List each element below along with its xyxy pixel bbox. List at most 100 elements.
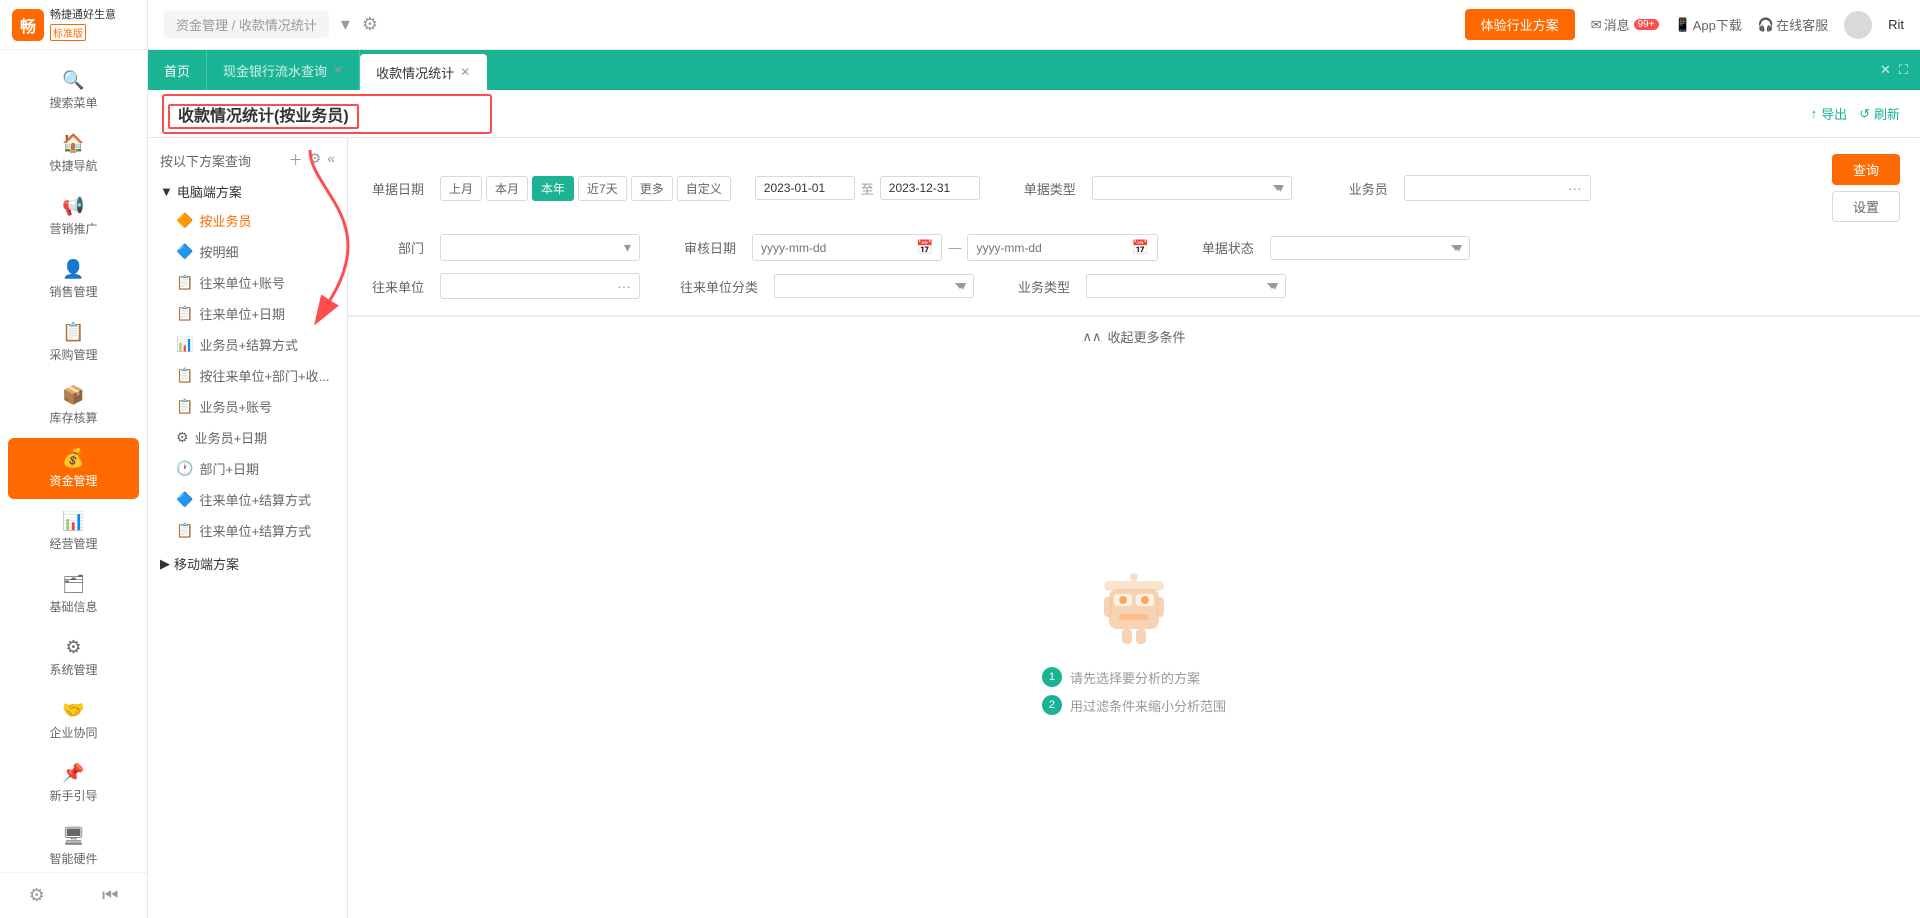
tab-bank-flow-close[interactable]: ✕: [333, 63, 343, 77]
sidebar-item-marketing[interactable]: 📢 营销推广: [8, 186, 139, 247]
user-name: Rit: [1888, 17, 1904, 32]
dept-input-wrap: ▾: [440, 234, 640, 261]
sidebar-item-hardware-label: 智能硬件: [49, 850, 97, 867]
scheme-item-dept-date[interactable]: 🕐 部门+日期: [148, 453, 347, 484]
scheme-item-unit-date[interactable]: 📋 往来单位+日期: [148, 298, 347, 329]
sidebar-item-operation[interactable]: 📊 经营管理: [8, 501, 139, 562]
set-button[interactable]: 设置: [1832, 191, 1900, 222]
query-button[interactable]: 查询: [1832, 154, 1900, 185]
tab-receipt-stats[interactable]: 收款情况统计 ✕: [360, 54, 487, 90]
scheme-item-by-staff[interactable]: 🔶 按业务员: [148, 205, 347, 236]
finance-icon: 💰: [62, 448, 84, 469]
hardware-icon: 🖥: [62, 826, 85, 847]
scheme-item-unit-account-label: 往来单位+账号: [199, 273, 285, 292]
unit-dept-icon: 📋: [176, 367, 193, 384]
sidebar-item-sales[interactable]: 👤 销售管理: [8, 249, 139, 310]
scheme-item-staff-settle[interactable]: 📊 业务员+结算方式: [148, 329, 347, 360]
collapse-sidebar-icon[interactable]: ⏮: [102, 885, 118, 906]
home-icon: 🏠: [62, 133, 84, 154]
business-type-select[interactable]: [1086, 274, 1286, 298]
system-icon: ⚙: [65, 637, 81, 658]
sidebar-item-basic[interactable]: 🗂 基础信息: [8, 564, 139, 625]
tab-receipt-stats-close[interactable]: ✕: [460, 65, 470, 79]
preset-custom[interactable]: 自定义: [677, 176, 731, 201]
staff-more-icon[interactable]: ···: [1568, 180, 1582, 196]
calendar-to-icon[interactable]: 📅: [1131, 239, 1148, 256]
dept-dropdown-icon[interactable]: ▾: [624, 239, 631, 256]
export-button[interactable]: ↑ 导出: [1811, 104, 1848, 123]
collapse-more-btn[interactable]: ∧∧ 收起更多条件: [348, 316, 1920, 356]
refresh-label: 刷新: [1874, 104, 1900, 123]
sidebar-item-purchase[interactable]: 📋 采购管理: [8, 312, 139, 373]
sidebar-item-guide[interactable]: 📌 新手引导: [8, 753, 139, 814]
trial-button[interactable]: 体验行业方案: [1465, 9, 1575, 40]
date-from-input[interactable]: [755, 176, 855, 200]
scheme-item-by-detail[interactable]: 🔷 按明细: [148, 236, 347, 267]
empty-tip-1: 1 请先选择要分析的方案: [1042, 667, 1226, 687]
scheme-item-staff-date[interactable]: ⚙ 业务员+日期: [148, 422, 347, 453]
preset-this-month[interactable]: 本月: [486, 176, 528, 201]
chevron-down-icon: ▼: [160, 184, 173, 199]
add-scheme-icon[interactable]: ＋: [289, 150, 303, 170]
sidebar-item-corp-label: 企业协同: [49, 724, 97, 741]
empty-tip-2: 2 用过滤条件来缩小分析范围: [1042, 695, 1226, 715]
scheme-group-desktop-title[interactable]: ▼ 电脑端方案: [148, 178, 347, 205]
counterpart-input[interactable]: [449, 279, 617, 293]
header-icon-group: ✉ 消息 99+ 📱 App下载 🎧 在线客服 Rit: [1591, 11, 1904, 39]
top-header: 资金管理 / 收款情况统计 ▾ ⚙ 体验行业方案 ✉ 消息 99+ 📱 App下…: [148, 0, 1920, 50]
online-service-area[interactable]: 🎧 在线客服: [1758, 15, 1828, 34]
breadcrumb-dropdown-icon[interactable]: ▾: [341, 14, 350, 35]
counterpart-category-select[interactable]: [774, 274, 974, 298]
staff-input[interactable]: [1413, 181, 1568, 195]
sidebar-item-quick-nav[interactable]: 🏠 快捷导航: [8, 123, 139, 184]
sidebar-item-search[interactable]: 🔍 搜索菜单: [8, 60, 139, 121]
tab-home[interactable]: 首页: [148, 50, 207, 90]
review-date-to-input[interactable]: [976, 241, 1131, 255]
dept-input[interactable]: [449, 241, 624, 255]
tab-expand-icon[interactable]: ⛶: [1899, 62, 1908, 78]
review-date-from-input[interactable]: [761, 241, 916, 255]
date-to-input[interactable]: [880, 176, 980, 200]
settings-icon[interactable]: ⚙: [362, 14, 378, 35]
message-area[interactable]: ✉ 消息 99+: [1591, 15, 1659, 34]
settings-bottom-icon[interactable]: ⚙: [29, 885, 45, 906]
download-icon: 📱: [1675, 17, 1691, 33]
preset-7days[interactable]: 近7天: [578, 176, 627, 201]
counterpart-more-icon[interactable]: ···: [617, 278, 631, 294]
sidebar-item-inventory[interactable]: 📦 库存核算: [8, 375, 139, 436]
preset-this-year[interactable]: 本年: [532, 176, 574, 201]
preset-last-month[interactable]: 上月: [440, 176, 482, 201]
app-download-area[interactable]: 📱 App下载: [1675, 15, 1742, 34]
sidebar-item-finance[interactable]: 💰 资金管理: [8, 438, 139, 499]
bill-type-select[interactable]: [1092, 176, 1292, 200]
sidebar-item-system-label: 系统管理: [49, 661, 97, 678]
sidebar-item-inventory-label: 库存核算: [49, 409, 97, 426]
review-date-label: 审核日期: [680, 238, 736, 257]
staff-scheme-icon: 🔶: [176, 212, 193, 229]
tab-bank-flow[interactable]: 现金银行流水查询 ✕: [207, 50, 360, 90]
scheme-item-unit-settle1[interactable]: 🔷 往来单位+结算方式: [148, 484, 347, 515]
bill-status-select[interactable]: [1270, 236, 1470, 260]
collapse-panel-icon[interactable]: «: [327, 150, 335, 170]
scheme-item-unit-dept-label: 按往来单位+部门+收...: [199, 366, 329, 385]
scheme-settings-icon[interactable]: ⚙: [309, 150, 322, 170]
scheme-item-unit-account[interactable]: 📋 往来单位+账号: [148, 267, 347, 298]
unit-account-icon: 📋: [176, 274, 193, 291]
sidebar-item-corp[interactable]: 🤝 企业协同: [8, 690, 139, 751]
sidebar-nav: 🔍 搜索菜单 🏠 快捷导航 📢 营销推广 👤 销售管理 📋 采购管理 📦 库存核…: [0, 50, 147, 872]
left-panel-title: 按以下方案查询: [160, 151, 251, 170]
preset-more[interactable]: 更多: [631, 176, 673, 201]
tab-close-all-icon[interactable]: ✕: [1880, 62, 1891, 78]
scheme-group-mobile-title[interactable]: ▶ 移动端方案: [148, 550, 347, 577]
scheme-item-unit-settle2[interactable]: 📋 往来单位+结算方式: [148, 515, 347, 546]
scheme-item-unit-dept[interactable]: 📋 按往来单位+部门+收...: [148, 360, 347, 391]
sidebar-item-system[interactable]: ⚙ 系统管理: [8, 627, 139, 688]
scheme-item-unit-settle2-label: 往来单位+结算方式: [199, 521, 311, 540]
sidebar-item-hardware[interactable]: 🖥 智能硬件: [8, 816, 139, 872]
dept-date-icon: 🕐: [176, 460, 193, 477]
calendar-from-icon[interactable]: 📅: [916, 239, 933, 256]
scheme-item-staff-account[interactable]: 📋 业务员+账号: [148, 391, 347, 422]
tab-controls: ✕ ⛶: [1868, 50, 1920, 90]
refresh-button[interactable]: ↺ 刷新: [1859, 104, 1900, 123]
avatar[interactable]: [1844, 11, 1872, 39]
